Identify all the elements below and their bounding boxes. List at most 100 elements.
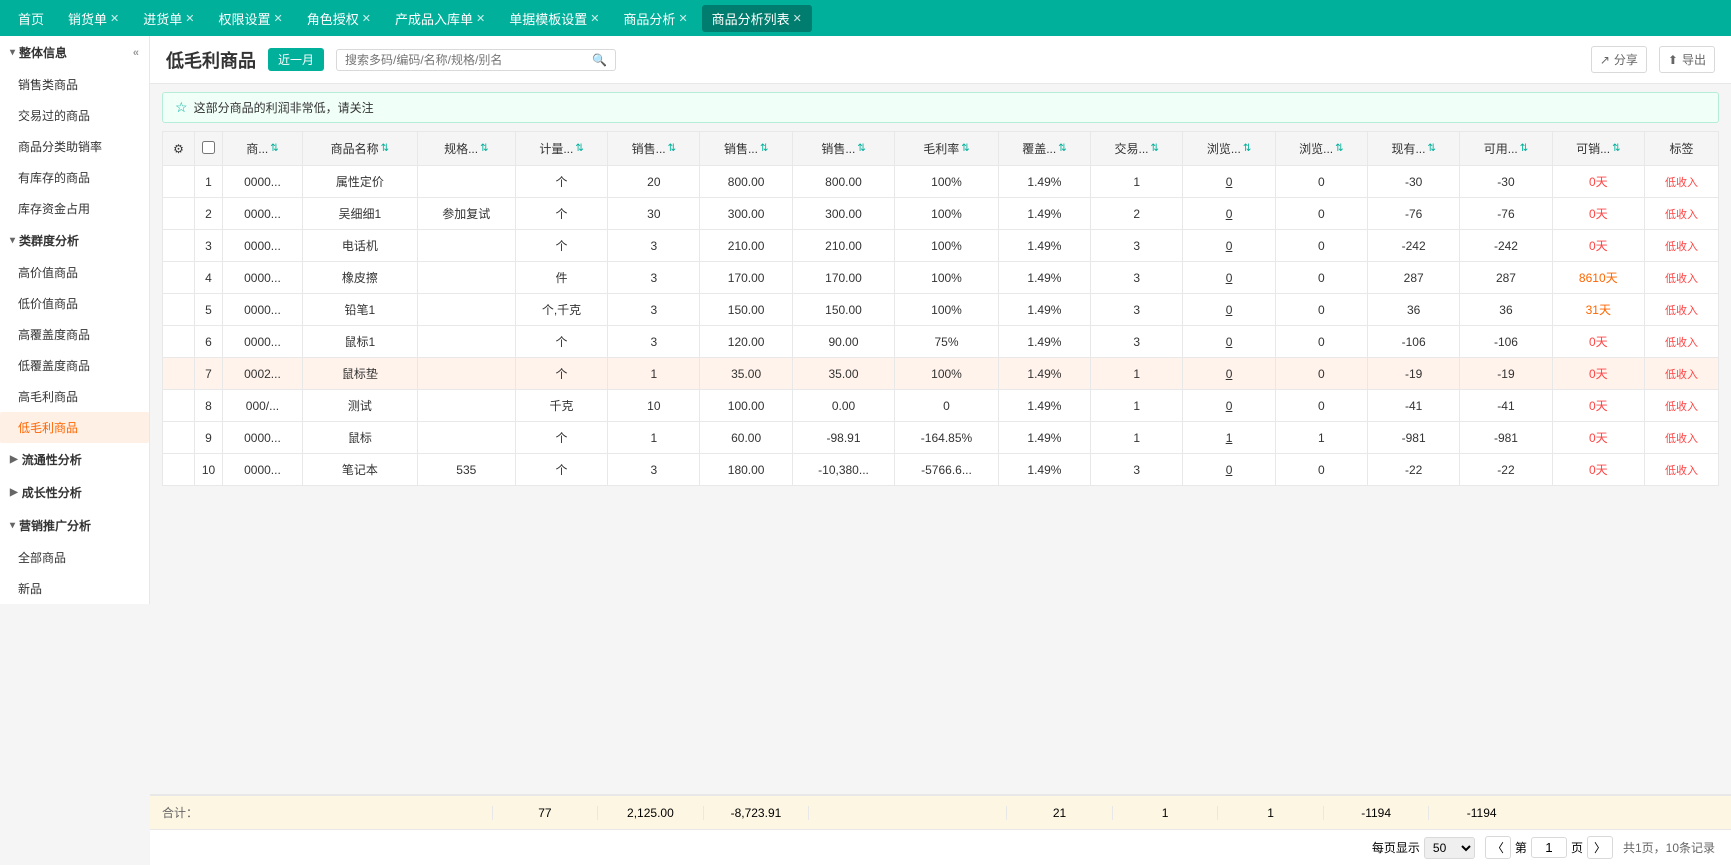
nav-home[interactable]: 首页 — [8, 5, 54, 32]
th-sales-amount[interactable]: 销售...⇅ — [700, 132, 792, 166]
row-view1[interactable]: 0 — [1183, 230, 1275, 262]
sidebar-item-high-margin[interactable]: 高毛利商品 — [0, 381, 149, 412]
row-view1[interactable]: 0 — [1183, 326, 1275, 358]
prev-page-button[interactable]: 〈 — [1485, 836, 1511, 859]
sidebar-item-sales-goods[interactable]: 销售类商品 — [0, 69, 149, 100]
view1-link[interactable]: 0 — [1226, 239, 1233, 253]
th-gross-rate[interactable]: 毛利率⇅ — [895, 132, 999, 166]
per-page-dropdown[interactable]: 50 100 200 — [1424, 837, 1475, 859]
row-view1[interactable]: 0 — [1183, 166, 1275, 198]
page-number-input[interactable] — [1531, 837, 1567, 858]
row-available: 36 — [1460, 294, 1552, 326]
view1-link[interactable]: 0 — [1226, 303, 1233, 317]
nav-role-auth-close[interactable]: ✕ — [362, 12, 371, 25]
row-view1[interactable]: 0 — [1183, 262, 1275, 294]
nav-template-settings[interactable]: 单据模板设置 ✕ — [499, 5, 609, 32]
row-view1[interactable]: 0 — [1183, 358, 1275, 390]
search-input[interactable] — [345, 53, 592, 67]
sidebar-section-growth[interactable]: ▶ 成长性分析 — [0, 476, 149, 509]
view1-link[interactable]: 0 — [1226, 271, 1233, 285]
next-page-button[interactable]: 〉 — [1587, 836, 1613, 859]
sidebar-section-overall[interactable]: ▾ 整体信息 « — [0, 36, 149, 69]
select-all-checkbox[interactable] — [202, 141, 215, 154]
nav-purchase-order[interactable]: 进货单 ✕ — [133, 5, 204, 32]
nav-purchase-order-close[interactable]: ✕ — [185, 12, 194, 25]
sidebar-item-high-value[interactable]: 高价值商品 — [0, 257, 149, 288]
th-coverage[interactable]: 覆盖...⇅ — [998, 132, 1090, 166]
sidebar-item-in-stock[interactable]: 有库存的商品 — [0, 162, 149, 193]
nav-role-auth[interactable]: 角色授权 ✕ — [297, 5, 381, 32]
nav-product-analysis[interactable]: 商品分析 ✕ — [613, 5, 697, 32]
row-unit: 千克 — [515, 390, 607, 422]
row-settings — [163, 294, 195, 326]
th-saleable[interactable]: 可销...⇅ — [1552, 132, 1644, 166]
row-sales-count: 30 — [608, 198, 700, 230]
table-footer: 合计： 77 2,125.00 -8,723.91 21 1 1 -1194 -… — [150, 794, 1731, 829]
sidebar-item-category-rate[interactable]: 商品分类助销率 — [0, 131, 149, 162]
th-name[interactable]: 商品名称⇅ — [302, 132, 417, 166]
nav-permission-settings-close[interactable]: ✕ — [274, 12, 283, 25]
sidebar-section-marketing[interactable]: ▾ 营销推广分析 — [0, 509, 149, 542]
view1-link[interactable]: 1 — [1226, 431, 1233, 445]
row-view1[interactable]: 0 — [1183, 198, 1275, 230]
sidebar-item-traded-goods[interactable]: 交易过的商品 — [0, 100, 149, 131]
row-view1[interactable]: 0 — [1183, 454, 1275, 486]
table-row: 7 0002... 鼠标垫 个 1 35.00 35.00 100% 1.49%… — [163, 358, 1719, 390]
row-tag: 低收入 — [1644, 454, 1718, 486]
sidebar-item-low-value[interactable]: 低价值商品 — [0, 288, 149, 319]
sidebar-item-low-coverage[interactable]: 低覆盖度商品 — [0, 350, 149, 381]
nav-sales-order-close[interactable]: ✕ — [110, 12, 119, 25]
th-unit[interactable]: 计量...⇅ — [515, 132, 607, 166]
nav-template-settings-close[interactable]: ✕ — [590, 12, 599, 25]
th-current-stock[interactable]: 现有...⇅ — [1368, 132, 1460, 166]
th-checkbox[interactable] — [195, 132, 223, 166]
row-unit: 个 — [515, 326, 607, 358]
view1-link[interactable]: 0 — [1226, 207, 1233, 221]
th-settings[interactable]: ⚙ — [163, 132, 195, 166]
th-code[interactable]: 商...⇅ — [223, 132, 303, 166]
row-view1[interactable]: 0 — [1183, 390, 1275, 422]
row-tag: 低收入 — [1644, 294, 1718, 326]
nav-product-analysis-list[interactable]: 商品分析列表 ✕ — [702, 5, 812, 32]
th-view2[interactable]: 浏览...⇅ — [1275, 132, 1367, 166]
row-unit: 个 — [515, 454, 607, 486]
nav-product-analysis-close[interactable]: ✕ — [678, 12, 687, 25]
table-row: 4 0000... 橡皮擦 件 3 170.00 170.00 100% 1.4… — [163, 262, 1719, 294]
sidebar-item-capital-usage[interactable]: 库存资金占用 — [0, 193, 149, 224]
row-view1[interactable]: 1 — [1183, 422, 1275, 454]
search-icon[interactable]: 🔍 — [592, 53, 607, 67]
nav-product-analysis-list-close[interactable]: ✕ — [793, 12, 802, 25]
th-transaction[interactable]: 交易...⇅ — [1091, 132, 1183, 166]
view1-link[interactable]: 0 — [1226, 463, 1233, 477]
row-sales-amount: 300.00 — [700, 198, 792, 230]
sidebar-item-all-goods[interactable]: 全部商品 — [0, 542, 149, 573]
view1-link[interactable]: 0 — [1226, 367, 1233, 381]
view1-link[interactable]: 0 — [1226, 335, 1233, 349]
sidebar-item-low-margin[interactable]: 低毛利商品 — [0, 412, 149, 443]
row-view1[interactable]: 0 — [1183, 294, 1275, 326]
view1-link[interactable]: 0 — [1226, 175, 1233, 189]
th-sales-count[interactable]: 销售...⇅ — [608, 132, 700, 166]
nav-permission-settings[interactable]: 权限设置 ✕ — [208, 5, 292, 32]
nav-product-inbound[interactable]: 产成品入库单 ✕ — [385, 5, 495, 32]
collapse-btn[interactable]: « — [133, 47, 139, 59]
sidebar-section-liquidity[interactable]: ▶ 流通性分析 — [0, 443, 149, 476]
th-available[interactable]: 可用...⇅ — [1460, 132, 1552, 166]
nav-sales-order[interactable]: 销货单 ✕ — [58, 5, 129, 32]
row-gross-rate: 0 — [895, 390, 999, 422]
th-view1[interactable]: 浏览...⇅ — [1183, 132, 1275, 166]
th-sales-profit[interactable]: 销售...⇅ — [792, 132, 894, 166]
row-tag: 低收入 — [1644, 358, 1718, 390]
export-button[interactable]: ⬆ 导出 — [1659, 46, 1715, 73]
row-settings — [163, 358, 195, 390]
th-spec[interactable]: 规格...⇅ — [417, 132, 515, 166]
share-button[interactable]: ↗ 分享 — [1591, 46, 1647, 73]
sidebar-section-cluster[interactable]: ▾ 类群度分析 — [0, 224, 149, 257]
row-available: 287 — [1460, 262, 1552, 294]
time-filter-button[interactable]: 近一月 — [268, 48, 324, 71]
sidebar-item-new-goods[interactable]: 新品 — [0, 573, 149, 604]
nav-product-inbound-close[interactable]: ✕ — [476, 12, 485, 25]
view1-link[interactable]: 0 — [1226, 399, 1233, 413]
sidebar-item-high-coverage[interactable]: 高覆盖度商品 — [0, 319, 149, 350]
row-saleable: 8610天 — [1552, 262, 1644, 294]
